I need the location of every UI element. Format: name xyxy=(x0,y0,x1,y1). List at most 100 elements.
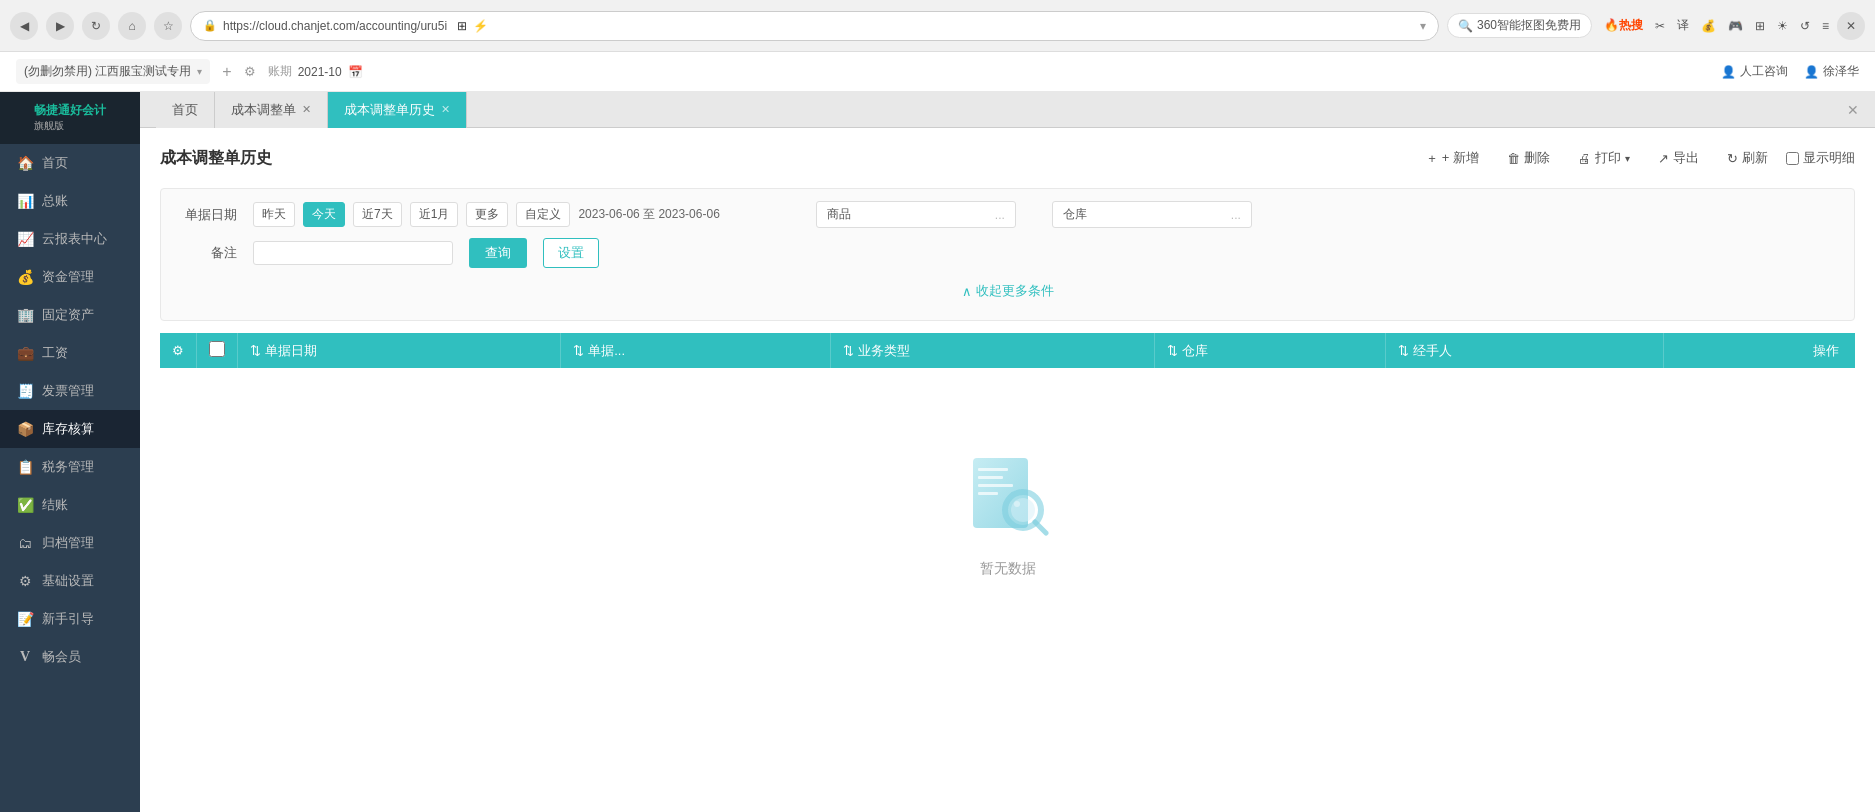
sidebar-logo: 畅捷通好会计 旗舰版 xyxy=(0,92,140,144)
content-area: 首页 成本调整单 ✕ 成本调整单历史 ✕ ✕ 成本调整单历史 + xyxy=(140,92,1875,812)
display-detail-checkbox[interactable]: 显示明细 xyxy=(1786,149,1855,167)
sidebar-item-label-closing: 结账 xyxy=(42,496,68,514)
th-settings[interactable]: ⚙ xyxy=(160,333,197,368)
period-value: 2021-10 xyxy=(298,65,342,79)
delete-button[interactable]: 🗑 删除 xyxy=(1497,144,1560,172)
tab-cost-adjust[interactable]: 成本调整单 ✕ xyxy=(215,92,328,128)
date-btn-today[interactable]: 今天 xyxy=(303,202,345,227)
refresh-button[interactable]: ↻ 刷新 xyxy=(1717,144,1778,172)
sidebar-item-assets[interactable]: 🏢 固定资产 xyxy=(0,296,140,334)
date-btn-custom[interactable]: 自定义 xyxy=(516,202,570,227)
company-dropdown-icon: ▾ xyxy=(197,66,202,77)
user-info[interactable]: 👤 徐泽华 xyxy=(1804,63,1859,80)
display-detail-label: 显示明细 xyxy=(1803,149,1855,167)
dropdown-icon[interactable]: ▾ xyxy=(1420,19,1426,33)
search-box[interactable]: 🔍 360智能抠图免费用 xyxy=(1447,13,1592,38)
app-header: (勿删勿禁用) 江西服宝测试专用 ▾ + ⚙ 账期 2021-10 📅 👤 人工… xyxy=(0,52,1875,92)
translate-tool[interactable]: 译 xyxy=(1677,17,1689,34)
sidebar-item-funds[interactable]: 💰 资金管理 xyxy=(0,258,140,296)
main-sidebar: 畅捷通好会计 旗舰版 🏠 首页 📊 总账 📈 云报表中心 💰 资金管理 xyxy=(0,92,140,812)
display-detail-input[interactable] xyxy=(1786,152,1799,165)
sidebar-item-closing[interactable]: ✅ 结账 xyxy=(0,486,140,524)
star-button[interactable]: ☆ xyxy=(154,12,182,40)
date-btn-7days[interactable]: 近7天 xyxy=(353,202,402,227)
game-tool[interactable]: 🎮 xyxy=(1728,19,1743,33)
filter-row-date: 单据日期 昨天 今天 近7天 近1月 更多 自定义 2023-06-06 至 2… xyxy=(177,201,1838,228)
browser-bar: ◀ ▶ ↻ ⌂ ☆ 🔒 https://cloud.chanjet.com/ac… xyxy=(0,0,1875,52)
empty-state: 暂无数据 xyxy=(160,368,1855,658)
query-button[interactable]: 查询 xyxy=(469,238,527,268)
goods-filter[interactable]: 商品 ... xyxy=(816,201,1016,228)
th-warehouse[interactable]: ⇅ 仓库 xyxy=(1154,333,1386,368)
sidebar-item-salary[interactable]: 💼 工资 xyxy=(0,334,140,372)
reports-nav-icon: 📈 xyxy=(16,231,34,247)
settings-icon[interactable]: ⚙ xyxy=(244,64,256,79)
scissors-tool[interactable]: ✂ xyxy=(1655,19,1665,33)
app-layout: 畅捷通好会计 旗舰版 🏠 首页 📊 总账 📈 云报表中心 💰 资金管理 xyxy=(0,92,1875,812)
sidebar-item-invoice[interactable]: 🧾 发票管理 xyxy=(0,372,140,410)
warehouse-filter[interactable]: 仓库 ... xyxy=(1052,201,1252,228)
sidebar-item-settings[interactable]: ⚙ 基础设置 xyxy=(0,562,140,600)
tax-nav-icon: 📋 xyxy=(16,459,34,475)
print-button[interactable]: 🖨 打印 ▾ xyxy=(1568,144,1640,172)
sidebar-item-home[interactable]: 🏠 首页 xyxy=(0,144,140,182)
sidebar-item-label-reports: 云报表中心 xyxy=(42,230,107,248)
service-button[interactable]: 👤 人工咨询 xyxy=(1721,63,1788,80)
collapse-button[interactable]: ∧ 收起更多条件 xyxy=(962,282,1054,300)
add-tab-icon[interactable]: + xyxy=(222,63,231,81)
sidebar-nav: 🏠 首页 📊 总账 📈 云报表中心 💰 资金管理 🏢 固定资产 💼 工资 xyxy=(0,144,140,812)
browser-close-button[interactable]: ✕ xyxy=(1837,12,1865,40)
new-button[interactable]: + + 新增 xyxy=(1418,144,1489,172)
sidebar-item-label-funds: 资金管理 xyxy=(42,268,94,286)
history-tool[interactable]: ↺ xyxy=(1800,19,1810,33)
select-all-checkbox[interactable] xyxy=(209,341,225,357)
sidebar-item-label-tax: 税务管理 xyxy=(42,458,94,476)
settings-button[interactable]: 设置 xyxy=(543,238,599,268)
calendar-icon[interactable]: 📅 xyxy=(348,65,363,79)
sidebar-item-reports[interactable]: 📈 云报表中心 xyxy=(0,220,140,258)
filter-area: 单据日期 昨天 今天 近7天 近1月 更多 自定义 2023-06-06 至 2… xyxy=(160,188,1855,321)
toolbar-right: + + 新增 🗑 删除 🖨 打印 ▾ ↗ 导出 xyxy=(1418,144,1855,172)
sidebar-item-guide[interactable]: 📝 新手引导 xyxy=(0,600,140,638)
salary-nav-icon: 💼 xyxy=(16,345,34,361)
coin-tool[interactable]: 💰 xyxy=(1701,19,1716,33)
tab-cost-adjust-close[interactable]: ✕ xyxy=(302,103,311,116)
home-nav-icon: 🏠 xyxy=(16,155,34,171)
sidebar-item-vip[interactable]: V 畅会员 xyxy=(0,638,140,676)
tab-home-label: 首页 xyxy=(172,101,198,119)
tab-home[interactable]: 首页 xyxy=(156,92,215,128)
sidebar-item-label-salary: 工资 xyxy=(42,344,68,362)
home-button[interactable]: ⌂ xyxy=(118,12,146,40)
remark-input[interactable] xyxy=(253,241,453,265)
menu-tool[interactable]: ≡ xyxy=(1822,19,1829,33)
date-btn-1month[interactable]: 近1月 xyxy=(410,202,459,227)
sidebar-item-archive[interactable]: 🗂 归档管理 xyxy=(0,524,140,562)
refresh-icon: ↻ xyxy=(1727,151,1738,166)
brightness-tool[interactable]: ☀ xyxy=(1777,19,1788,33)
tab-cost-adjust-history[interactable]: 成本调整单历史 ✕ xyxy=(328,92,467,128)
date-btn-more[interactable]: 更多 xyxy=(466,202,508,227)
user-icon: 👤 xyxy=(1804,65,1819,79)
close-all-tabs-button[interactable]: ✕ xyxy=(1847,102,1859,118)
reload-button[interactable]: ↻ xyxy=(82,12,110,40)
th-biz-type[interactable]: ⇅ 业务类型 xyxy=(831,333,1154,368)
tab-cost-adjust-history-close[interactable]: ✕ xyxy=(441,103,450,116)
apps-tool[interactable]: ⊞ xyxy=(1755,19,1765,33)
th-handler[interactable]: ⇅ 经手人 xyxy=(1386,333,1664,368)
sidebar-item-tax[interactable]: 📋 税务管理 xyxy=(0,448,140,486)
forward-button[interactable]: ▶ xyxy=(46,12,74,40)
th-date[interactable]: ⇅ 单据日期 xyxy=(238,333,561,368)
export-button[interactable]: ↗ 导出 xyxy=(1648,144,1709,172)
company-selector[interactable]: (勿删勿禁用) 江西服宝测试专用 ▾ xyxy=(16,59,210,84)
goods-filter-label: 商品 xyxy=(827,206,851,223)
back-button[interactable]: ◀ xyxy=(10,12,38,40)
sidebar-item-label-assets: 固定资产 xyxy=(42,306,94,324)
date-btn-yesterday[interactable]: 昨天 xyxy=(253,202,295,227)
hot-search[interactable]: 🔥热搜 xyxy=(1604,17,1643,34)
url-bar[interactable]: 🔒 https://cloud.chanjet.com/accounting/u… xyxy=(190,11,1439,41)
sidebar-item-ledger[interactable]: 📊 总账 xyxy=(0,182,140,220)
th-doc-num[interactable]: ⇅ 单据... xyxy=(561,333,831,368)
sidebar-item-inventory[interactable]: 📦 库存核算 xyxy=(0,410,140,448)
th-checkbox[interactable] xyxy=(197,333,238,368)
inventory-nav-icon: 📦 xyxy=(16,421,34,437)
